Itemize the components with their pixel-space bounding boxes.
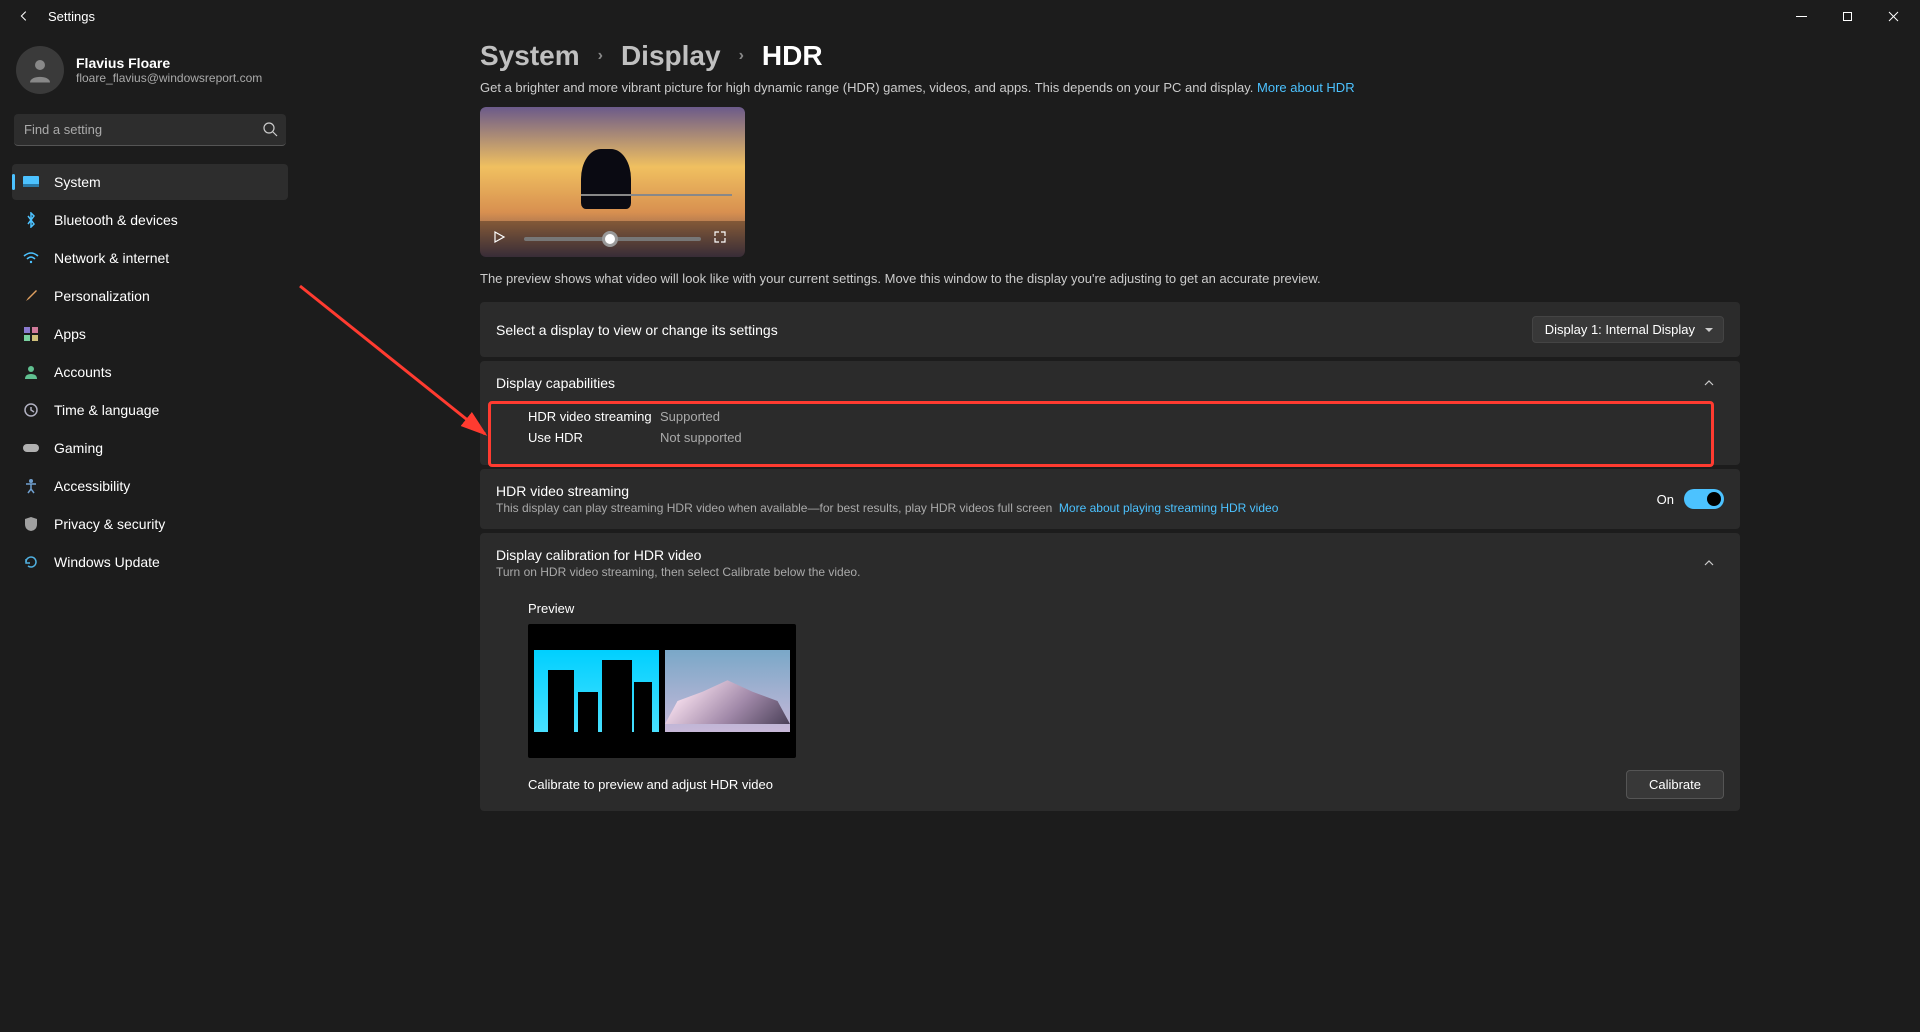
toggle-label: On	[1657, 492, 1674, 507]
system-icon	[22, 173, 40, 191]
hdr-preview-video	[480, 107, 745, 257]
sidebar-item-accounts[interactable]: Accounts	[12, 354, 288, 390]
page-description: Get a brighter and more vibrant picture …	[480, 80, 1740, 95]
accessibility-icon	[22, 477, 40, 495]
avatar	[16, 46, 64, 94]
calibration-card: Display calibration for HDR video Turn o…	[480, 533, 1740, 811]
calibrate-action-label: Calibrate to preview and adjust HDR vide…	[528, 777, 1626, 792]
calibration-title: Display calibration for HDR video	[496, 547, 1694, 563]
preview-note: The preview shows what video will look l…	[480, 271, 1740, 286]
sidebar-item-system[interactable]: System	[12, 164, 288, 200]
sidebar-item-label: Accounts	[54, 364, 112, 380]
sidebar-item-label: Network & internet	[54, 250, 169, 266]
sidebar-item-label: Privacy & security	[54, 516, 165, 532]
sidebar-item-update[interactable]: Windows Update	[12, 544, 288, 580]
wifi-icon	[22, 249, 40, 267]
preview-image-mountain	[665, 650, 790, 732]
preview-image-city	[534, 650, 659, 732]
cap-key: HDR video streaming	[528, 407, 658, 426]
sidebar-item-label: Bluetooth & devices	[54, 212, 178, 228]
calibration-sub: Turn on HDR video streaming, then select…	[496, 565, 1694, 579]
update-icon	[22, 553, 40, 571]
cap-val: Not supported	[660, 428, 742, 447]
search-field[interactable]	[14, 114, 286, 146]
sidebar-item-personalization[interactable]: Personalization	[12, 278, 288, 314]
sidebar-item-label: Personalization	[54, 288, 150, 304]
person-icon	[22, 363, 40, 381]
chevron-right-icon: ›	[739, 47, 744, 65]
maximize-button[interactable]	[1824, 0, 1870, 32]
sidebar-item-accessibility[interactable]: Accessibility	[12, 468, 288, 504]
sidebar-item-label: Apps	[54, 326, 86, 342]
brightness-slider[interactable]	[524, 237, 701, 241]
select-display-card: Select a display to view or change its s…	[480, 302, 1740, 357]
apps-icon	[22, 325, 40, 343]
hdr-streaming-card: HDR video streaming This display can pla…	[480, 469, 1740, 529]
bluetooth-icon	[22, 211, 40, 229]
cap-val: Supported	[660, 407, 742, 426]
sidebar-item-label: Accessibility	[54, 478, 130, 494]
breadcrumb-display[interactable]: Display	[621, 40, 721, 72]
sidebar-item-bluetooth[interactable]: Bluetooth & devices	[12, 202, 288, 238]
select-display-label: Select a display to view or change its s…	[496, 322, 1532, 338]
display-capabilities-card: Display capabilities HDR video streaming…	[480, 361, 1740, 465]
hdr-streaming-title: HDR video streaming	[496, 483, 1657, 499]
sidebar-item-label: Windows Update	[54, 554, 160, 570]
play-icon[interactable]	[492, 230, 512, 249]
brush-icon	[22, 287, 40, 305]
search-input[interactable]	[14, 114, 286, 146]
preview-label: Preview	[528, 601, 1740, 616]
minimize-button[interactable]	[1778, 0, 1824, 32]
profile-name: Flavius Floare	[76, 55, 262, 71]
streaming-more-link[interactable]: More about playing streaming HDR video	[1059, 501, 1278, 515]
gamepad-icon	[22, 439, 40, 457]
breadcrumb-system[interactable]: System	[480, 40, 580, 72]
sidebar-item-apps[interactable]: Apps	[12, 316, 288, 352]
chevron-up-icon[interactable]	[1694, 557, 1724, 569]
expand-icon[interactable]	[713, 230, 733, 249]
breadcrumb-current: HDR	[762, 40, 823, 72]
calibration-preview	[528, 624, 796, 758]
display-dropdown[interactable]: Display 1: Internal Display	[1532, 316, 1724, 343]
sidebar-item-time-language[interactable]: Time & language	[12, 392, 288, 428]
profile-block[interactable]: Flavius Floare floare_flavius@windowsrep…	[12, 40, 288, 110]
sidebar-item-label: System	[54, 174, 101, 190]
chevron-right-icon: ›	[598, 47, 603, 65]
clock-icon	[22, 401, 40, 419]
sidebar-item-privacy[interactable]: Privacy & security	[12, 506, 288, 542]
sidebar-item-label: Gaming	[54, 440, 103, 456]
search-icon	[262, 121, 278, 142]
profile-email: floare_flavius@windowsreport.com	[76, 71, 262, 85]
more-about-hdr-link[interactable]: More about HDR	[1257, 80, 1355, 95]
cap-key: Use HDR	[528, 428, 658, 447]
breadcrumb: System › Display › HDR	[480, 40, 1740, 72]
hdr-streaming-toggle[interactable]	[1684, 489, 1724, 509]
shield-icon	[22, 515, 40, 533]
sidebar-item-network[interactable]: Network & internet	[12, 240, 288, 276]
close-button[interactable]	[1870, 0, 1916, 32]
hdr-streaming-sub: This display can play streaming HDR vide…	[496, 501, 1657, 515]
chevron-up-icon[interactable]	[1694, 377, 1724, 389]
window-title: Settings	[44, 9, 95, 24]
capabilities-title: Display capabilities	[496, 375, 1694, 391]
sidebar-item-gaming[interactable]: Gaming	[12, 430, 288, 466]
calibrate-button[interactable]: Calibrate	[1626, 770, 1724, 799]
sidebar-item-label: Time & language	[54, 402, 159, 418]
back-button[interactable]	[4, 0, 44, 32]
